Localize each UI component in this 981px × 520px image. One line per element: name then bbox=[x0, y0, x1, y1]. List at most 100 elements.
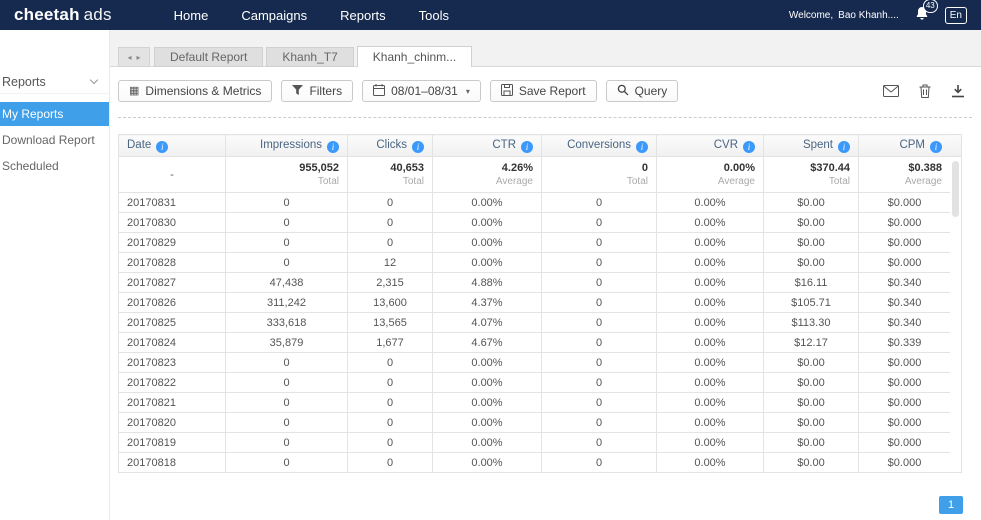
totals-cell: 4.26% Average bbox=[432, 156, 542, 193]
value-cell: $0.000 bbox=[858, 352, 951, 373]
query-button[interactable]: Query bbox=[605, 80, 679, 102]
chevron-down-icon bbox=[89, 75, 99, 85]
table-header-row: Date i Impressions i Clicks i CTR i Conversions i… bbox=[118, 134, 951, 157]
value-cell: 0 bbox=[541, 252, 657, 273]
value-cell: $0.000 bbox=[858, 212, 951, 233]
column-label: CTR bbox=[492, 138, 516, 151]
main-area: ◂ ▸ Default Report Khanh_T7 Khanh_chinm...… bbox=[110, 30, 981, 520]
date-cell: 20170821 bbox=[118, 392, 226, 413]
value-cell: 0 bbox=[347, 192, 433, 213]
value-cell: 0 bbox=[541, 352, 657, 373]
brand-logo[interactable]: cheetah ads bbox=[14, 5, 112, 25]
page-1-button[interactable]: 1 bbox=[939, 496, 963, 514]
info-icon[interactable]: i bbox=[327, 140, 339, 153]
table-row: 20170830 0 0 0.00% 0 0.00% $0.00 $0.000 bbox=[118, 212, 951, 233]
value-cell: 0 bbox=[347, 432, 433, 453]
value-cell: $0.00 bbox=[763, 252, 859, 273]
table-row: 20170825 333,618 13,565 4.07% 0 0.00% $113.30 $… bbox=[118, 312, 951, 333]
info-icon[interactable]: i bbox=[156, 140, 169, 153]
value-cell: 0 bbox=[541, 232, 657, 253]
date-cell: 20170826 bbox=[118, 292, 226, 313]
value-cell: 0.00% bbox=[432, 192, 542, 213]
sidebar-section-reports[interactable]: Reports bbox=[0, 70, 109, 94]
tab-scroll-right-icon[interactable]: ▸ bbox=[137, 53, 141, 62]
sidebar-item-my-reports[interactable]: My Reports bbox=[0, 102, 109, 126]
report-panel: ▦ Dimensions & Metrics Filters 08/01–08/… bbox=[110, 66, 981, 520]
info-icon[interactable]: i bbox=[521, 140, 533, 153]
column-header-cpm[interactable]: CPM i bbox=[858, 134, 951, 157]
table-scrollbar[interactable] bbox=[950, 134, 962, 473]
date-range-button[interactable]: 08/01–08/31 ▾ bbox=[362, 80, 481, 102]
toolbar-right-icons bbox=[883, 84, 965, 98]
value-cell: 0 bbox=[541, 292, 657, 313]
info-icon[interactable]: i bbox=[412, 140, 424, 153]
value-cell: $0.00 bbox=[763, 232, 859, 253]
toolbar: ▦ Dimensions & Metrics Filters 08/01–08/… bbox=[118, 79, 965, 103]
value-cell: $0.00 bbox=[763, 412, 859, 433]
nav-item-home[interactable]: Home bbox=[174, 8, 209, 23]
column-header-cvr[interactable]: CVR i bbox=[656, 134, 764, 157]
tab-khanh-t7[interactable]: Khanh_T7 bbox=[266, 47, 354, 67]
funnel-icon bbox=[292, 84, 304, 98]
sidebar-items: My Reports Download Report Scheduled bbox=[0, 102, 109, 178]
value-cell: 0.00% bbox=[656, 252, 764, 273]
column-header-spent[interactable]: Spent i bbox=[763, 134, 859, 157]
value-cell: 0 bbox=[225, 452, 348, 473]
user-menu[interactable]: Welcome, Bao Khanh.... bbox=[789, 10, 899, 21]
value-cell: 0 bbox=[347, 412, 433, 433]
info-icon[interactable]: i bbox=[930, 140, 942, 153]
tab-scroll-arrows[interactable]: ◂ ▸ bbox=[118, 47, 150, 67]
value-cell: $0.000 bbox=[858, 432, 951, 453]
info-icon[interactable]: i bbox=[636, 140, 648, 153]
value-cell: 0.00% bbox=[656, 312, 764, 333]
value-cell: 0.00% bbox=[656, 412, 764, 433]
column-header-conversions[interactable]: Conversions i bbox=[541, 134, 657, 157]
notifications-button[interactable]: 43 bbox=[915, 0, 938, 25]
info-icon[interactable]: i bbox=[743, 140, 755, 153]
tab-default-report[interactable]: Default Report bbox=[154, 47, 264, 67]
save-report-button[interactable]: Save Report bbox=[489, 80, 597, 102]
table-row: 20170826 311,242 13,600 4.37% 0 0.00% $105.71 $… bbox=[118, 292, 951, 313]
nav-item-campaigns[interactable]: Campaigns bbox=[241, 8, 307, 23]
filters-button[interactable]: Filters bbox=[281, 80, 354, 102]
sidebar-item-download-report[interactable]: Download Report bbox=[0, 128, 109, 152]
query-label: Query bbox=[634, 84, 668, 98]
value-cell: $0.340 bbox=[858, 292, 951, 313]
nav-item-tools[interactable]: Tools bbox=[419, 8, 449, 23]
column-header-date[interactable]: Date i bbox=[118, 134, 226, 157]
pagination: 1 bbox=[939, 496, 963, 514]
tab-scroll-left-icon[interactable]: ◂ bbox=[127, 53, 131, 62]
table-scrollbar-header bbox=[950, 135, 961, 157]
table-scrollbar-thumb[interactable] bbox=[952, 161, 959, 217]
value-cell: $16.11 bbox=[763, 272, 859, 293]
nav-item-reports[interactable]: Reports bbox=[340, 8, 386, 23]
report-table: Date i Impressions i Clicks i CTR i Conversions i… bbox=[118, 134, 951, 473]
value-cell: $0.00 bbox=[763, 432, 859, 453]
value-cell: 4.67% bbox=[432, 332, 542, 353]
value-cell: 1,677 bbox=[347, 332, 433, 353]
value-cell: 13,565 bbox=[347, 312, 433, 333]
tab-khanh-chinm[interactable]: Khanh_chinm... bbox=[356, 46, 473, 67]
sidebar-item-scheduled[interactable]: Scheduled bbox=[0, 154, 109, 178]
dimensions-metrics-button[interactable]: ▦ Dimensions & Metrics bbox=[118, 80, 273, 102]
value-cell: $0.00 bbox=[763, 192, 859, 213]
value-cell: $0.00 bbox=[763, 352, 859, 373]
language-button[interactable]: En bbox=[944, 6, 967, 24]
date-cell: 20170828 bbox=[118, 252, 226, 273]
table-row: 20170819 0 0 0.00% 0 0.00% $0.00 $0.000 bbox=[118, 432, 951, 453]
column-header-impressions[interactable]: Impressions i bbox=[225, 134, 348, 157]
email-icon[interactable] bbox=[883, 85, 899, 97]
info-icon[interactable]: i bbox=[838, 140, 850, 153]
column-header-clicks[interactable]: Clicks i bbox=[347, 134, 433, 157]
download-icon[interactable] bbox=[951, 84, 965, 98]
date-cell: 20170830 bbox=[118, 212, 226, 233]
column-header-ctr[interactable]: CTR i bbox=[432, 134, 542, 157]
value-cell: 4.88% bbox=[432, 272, 542, 293]
trash-icon[interactable] bbox=[919, 84, 931, 98]
username: Bao Khanh.... bbox=[838, 9, 899, 21]
value-cell: $0.000 bbox=[858, 192, 951, 213]
grid-icon: ▦ bbox=[129, 84, 140, 97]
value-cell: 0 bbox=[225, 412, 348, 433]
value-cell: 0.00% bbox=[432, 352, 542, 373]
table-row: 20170820 0 0 0.00% 0 0.00% $0.00 $0.000 bbox=[118, 412, 951, 433]
